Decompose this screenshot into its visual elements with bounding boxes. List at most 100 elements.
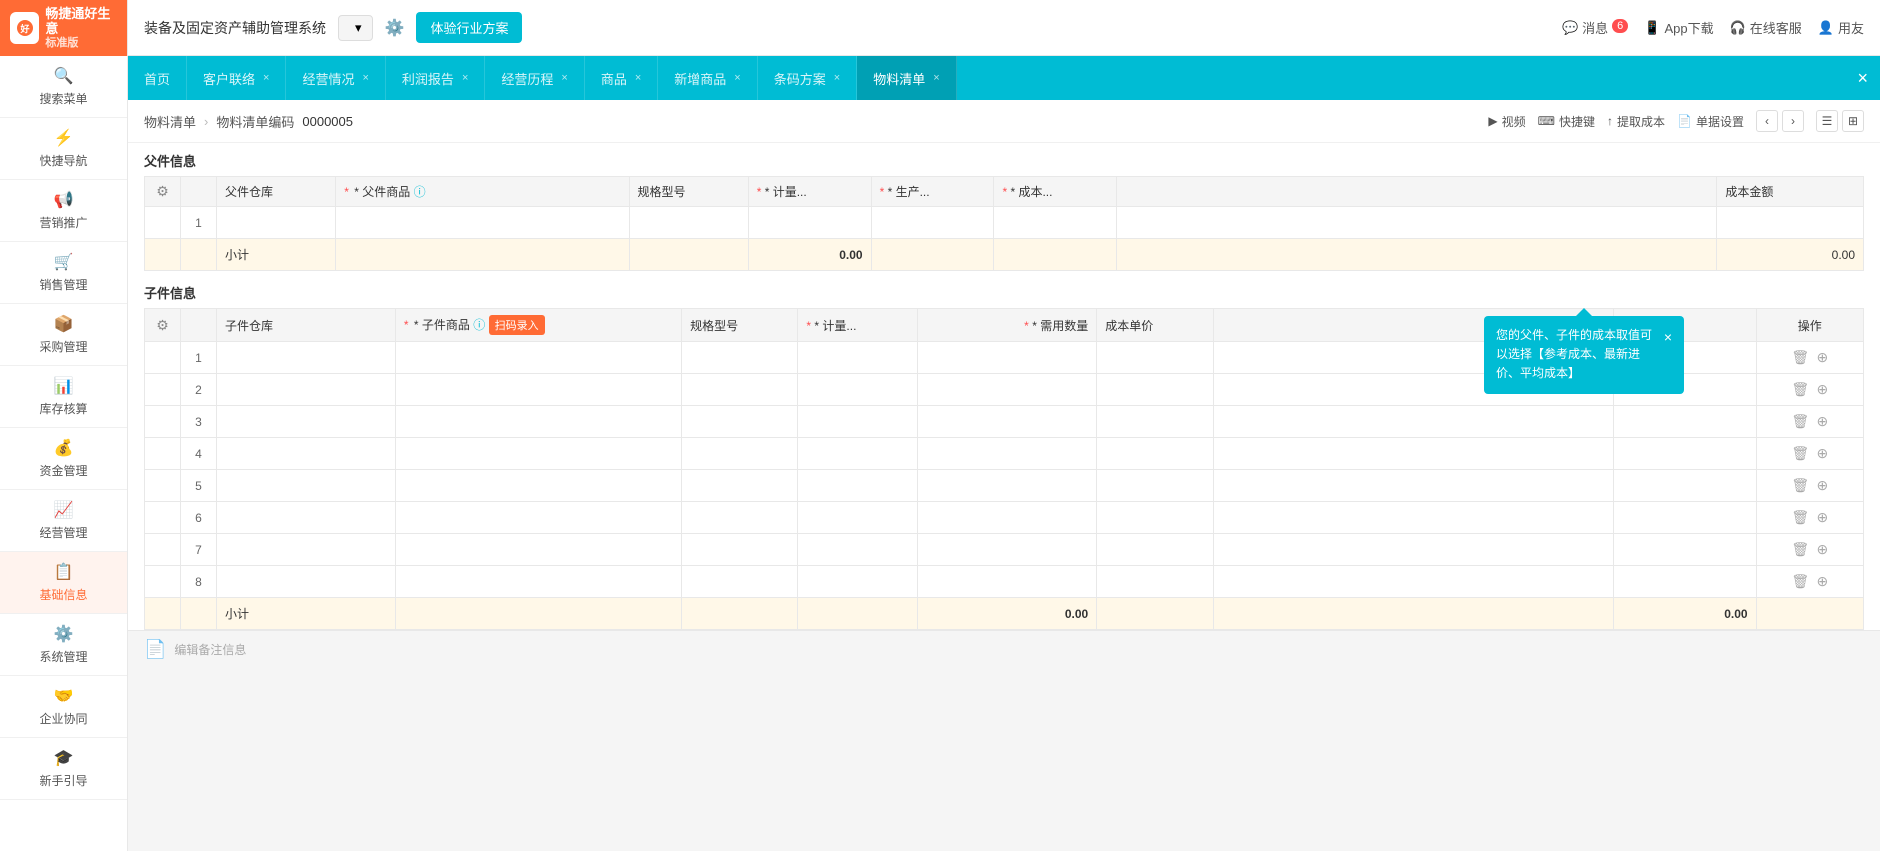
chevron-down-icon: ▾ xyxy=(355,20,362,36)
delete-icon[interactable]: 🗑 xyxy=(1791,381,1809,397)
sidebar-item-sales[interactable]: 🛒 销售管理 xyxy=(0,242,127,304)
single-settings-btn[interactable]: 📄 单据设置 xyxy=(1677,113,1744,130)
copy-icon[interactable]: ⊕ xyxy=(1817,445,1829,461)
extract-cost-btn[interactable]: ↑ 提取成本 xyxy=(1607,113,1665,130)
close-history-tab[interactable]: × xyxy=(561,72,567,84)
cost-tooltip: × 您的父件、子件的成本取值可以选择【参考成本、最新进价、平均成本】 xyxy=(1484,316,1684,394)
grid-view-btn[interactable]: ⊞ xyxy=(1842,110,1864,132)
tab-new-goods[interactable]: 新增商品 × xyxy=(658,56,757,100)
delete-icon[interactable]: 🗑 xyxy=(1791,477,1809,493)
goods-info-icon[interactable]: ⓘ xyxy=(414,185,426,199)
close-customer-tab[interactable]: × xyxy=(263,72,269,84)
delete-icon[interactable]: 🗑 xyxy=(1791,413,1809,429)
tab-history[interactable]: 经营历程 × xyxy=(485,56,584,100)
cart-icon: 🛒 xyxy=(54,252,74,272)
parent-col-settings: ⚙ xyxy=(145,177,181,207)
page-content: 物料清单 › 物料清单编码 0000005 ▶ 视频 ⌨ 快捷键 ↑ xyxy=(128,100,1880,668)
sidebar: 好 畅捷通好生意 标准版 🔍 搜索菜单 ⚡ 快捷导航 📢 营销推广 🛒 销售管理… xyxy=(0,0,128,851)
nav-next-btn[interactable]: › xyxy=(1782,110,1804,132)
tooltip-close-btn[interactable]: × xyxy=(1664,326,1672,348)
gear-icon: ⚙️ xyxy=(54,624,74,644)
table-row: 4 🗑 ⊕ xyxy=(145,438,1864,470)
sidebar-item-quicknav[interactable]: ⚡ 快捷导航 xyxy=(0,118,127,180)
delete-icon[interactable]: 🗑 xyxy=(1791,349,1809,365)
close-profit-tab[interactable]: × xyxy=(462,72,468,84)
sidebar-item-inventory[interactable]: 📊 库存核算 xyxy=(0,366,127,428)
breadcrumb: 物料清单 › 物料清单编码 0000005 xyxy=(144,112,353,131)
list-view-btn[interactable]: ☰ xyxy=(1816,110,1838,132)
close-page-btn[interactable]: × xyxy=(1845,68,1880,89)
copy-icon[interactable]: ⊕ xyxy=(1817,541,1829,557)
bottom-label: 编辑备注信息 xyxy=(174,641,246,658)
parent-section: 父件信息 ⚙ 父件仓库 xyxy=(128,143,1880,271)
service-btn[interactable]: 🎧 在线客服 xyxy=(1730,18,1802,37)
nav-prev-btn[interactable]: ‹ xyxy=(1756,110,1778,132)
child-settings-gear-icon[interactable]: ⚙ xyxy=(156,317,169,333)
close-barcode-tab[interactable]: × xyxy=(834,72,840,84)
tab-customer[interactable]: 客户联络 × xyxy=(187,56,286,100)
table-row: 1 xyxy=(145,207,1864,239)
sidebar-item-marketing[interactable]: 📢 营销推广 xyxy=(0,180,127,242)
delete-icon[interactable]: 🗑 xyxy=(1791,509,1809,525)
close-new-goods-tab[interactable]: × xyxy=(734,72,740,84)
tab-goods[interactable]: 商品 × xyxy=(585,56,658,100)
parent-col-cost: * * 成本... xyxy=(994,177,1117,207)
sidebar-item-business[interactable]: 📈 经营管理 xyxy=(0,490,127,552)
graduation-icon: 🎓 xyxy=(54,748,74,768)
app-download-btn[interactable]: 📱 App下载 xyxy=(1644,18,1713,37)
copy-icon[interactable]: ⊕ xyxy=(1817,349,1829,365)
parent-col-amount: 成本金额 xyxy=(1717,177,1864,207)
copy-icon[interactable]: ⊕ xyxy=(1817,573,1829,589)
copy-icon[interactable]: ⊕ xyxy=(1817,381,1829,397)
settings-icon[interactable]: ⚙️ xyxy=(385,18,405,38)
child-col-spec: 规格型号 xyxy=(682,309,798,342)
sidebar-item-basic[interactable]: 📋 基础信息 xyxy=(0,552,127,614)
sidebar-item-finance[interactable]: 💰 资金管理 xyxy=(0,428,127,490)
sidebar-item-search[interactable]: 🔍 搜索菜单 xyxy=(0,56,127,118)
sidebar-item-purchase[interactable]: 📦 采购管理 xyxy=(0,304,127,366)
view-toggle: ☰ ⊞ xyxy=(1816,110,1864,132)
close-business-tab[interactable]: × xyxy=(362,72,368,84)
parent-subtotal-row: 小计 0.00 xyxy=(145,239,1864,271)
sidebar-item-system[interactable]: ⚙️ 系统管理 xyxy=(0,614,127,676)
delete-icon[interactable]: 🗑 xyxy=(1791,445,1809,461)
toolbar-right: ▶ 视频 ⌨ 快捷键 ↑ 提取成本 📄 单据设置 xyxy=(1488,110,1864,132)
system-dropdown[interactable]: ▾ xyxy=(338,15,373,41)
shortcut-btn[interactable]: ⌨ 快捷键 xyxy=(1538,113,1595,130)
close-goods-tab[interactable]: × xyxy=(635,72,641,84)
headset-icon: 🎧 xyxy=(1730,20,1746,36)
chart-icon: 📊 xyxy=(54,376,74,396)
sidebar-item-guide[interactable]: 🎓 新手引导 xyxy=(0,738,127,800)
delete-icon[interactable]: 🗑 xyxy=(1791,541,1809,557)
delete-icon[interactable]: 🗑 xyxy=(1791,573,1809,589)
scan-input-btn[interactable]: 扫码录入 xyxy=(489,315,545,335)
user-btn[interactable]: 👤 用友 xyxy=(1818,18,1864,37)
view-btn[interactable]: ▶ 视频 xyxy=(1488,113,1525,130)
parent-section-title: 父件信息 xyxy=(144,151,1864,170)
message-btn[interactable]: 💬 消息 6 xyxy=(1562,18,1628,37)
sidebar-item-corp[interactable]: 🤝 企业协同 xyxy=(0,676,127,738)
trial-btn[interactable]: 体验行业方案 xyxy=(416,12,522,43)
table-row: 8 🗑 ⊕ xyxy=(145,566,1864,598)
parent-settings-gear-icon[interactable]: ⚙ xyxy=(156,183,169,199)
tab-material[interactable]: 物料清单 × xyxy=(857,56,956,100)
parent-col-unit: * * 计量... xyxy=(748,177,871,207)
child-goods-info-icon[interactable]: ⓘ xyxy=(473,318,485,332)
child-col-unit-cost: 成本单价 xyxy=(1097,309,1213,342)
doc-icon: 📄 xyxy=(1677,114,1692,128)
toolbar-nav: ‹ › xyxy=(1756,110,1804,132)
copy-icon[interactable]: ⊕ xyxy=(1817,477,1829,493)
copy-icon[interactable]: ⊕ xyxy=(1817,509,1829,525)
tab-home[interactable]: 首页 xyxy=(128,56,187,100)
tab-profit[interactable]: 利润报告 × xyxy=(386,56,485,100)
parent-col-goods: * * 父件商品 ⓘ xyxy=(336,177,629,207)
bottom-bar: 📄 编辑备注信息 xyxy=(128,630,1880,668)
main-area: 装备及固定资产辅助管理系统 ▾ ⚙️ 体验行业方案 💬 消息 6 📱 App下载… xyxy=(128,0,1880,851)
tab-barcode[interactable]: 条码方案 × xyxy=(758,56,857,100)
logo-text: 畅捷通好生意 标准版 xyxy=(45,6,117,50)
tab-business[interactable]: 经营情况 × xyxy=(286,56,385,100)
parent-col-produce: * * 生产... xyxy=(871,177,994,207)
copy-icon[interactable]: ⊕ xyxy=(1817,413,1829,429)
close-material-tab[interactable]: × xyxy=(933,72,939,84)
child-subtotal-row: 小计 0.00 0.00 xyxy=(145,598,1864,630)
